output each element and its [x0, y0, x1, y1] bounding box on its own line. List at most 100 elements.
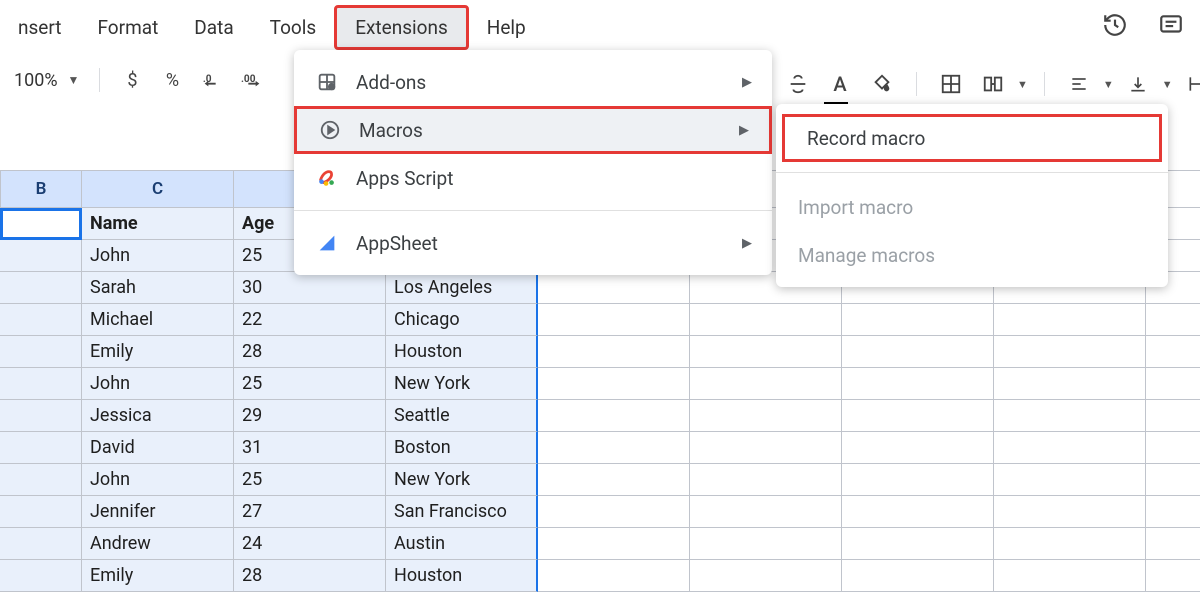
- comments-icon[interactable]: [1156, 10, 1186, 40]
- fill-color-button[interactable]: [864, 66, 900, 102]
- cell[interactable]: Emily: [82, 336, 234, 368]
- cell[interactable]: Jessica: [82, 400, 234, 432]
- cell[interactable]: David: [82, 432, 234, 464]
- cell[interactable]: [994, 464, 1146, 496]
- zoom-selector[interactable]: 100% ▼: [8, 70, 85, 91]
- vertical-align-button[interactable]: [1120, 66, 1156, 102]
- cell[interactable]: [842, 560, 994, 592]
- cell[interactable]: [690, 336, 842, 368]
- cell[interactable]: [842, 528, 994, 560]
- extensions-addons[interactable]: Add-ons ▶: [294, 58, 772, 106]
- cell[interactable]: [538, 368, 690, 400]
- cell[interactable]: 24: [234, 528, 386, 560]
- strikethrough-button[interactable]: [780, 66, 816, 102]
- decrease-decimal-button[interactable]: .0: [194, 62, 230, 98]
- cell[interactable]: New York: [386, 464, 538, 496]
- text-color-button[interactable]: A: [822, 66, 858, 102]
- cell[interactable]: [0, 528, 82, 560]
- menu-help[interactable]: Help: [469, 8, 544, 47]
- cell[interactable]: San Francisco: [386, 496, 538, 528]
- cell[interactable]: [1146, 432, 1200, 464]
- cell[interactable]: New York: [386, 368, 538, 400]
- cell[interactable]: [842, 304, 994, 336]
- cell[interactable]: 31: [234, 432, 386, 464]
- column-header-b[interactable]: B: [0, 170, 82, 208]
- cell[interactable]: Andrew: [82, 528, 234, 560]
- cell[interactable]: 22: [234, 304, 386, 336]
- cell[interactable]: Jennifer: [82, 496, 234, 528]
- cell[interactable]: [1146, 368, 1200, 400]
- manage-macros-item[interactable]: Manage macros: [776, 231, 1168, 279]
- cell[interactable]: 28: [234, 560, 386, 592]
- record-macro-item[interactable]: Record macro: [782, 114, 1162, 162]
- extensions-apps-script[interactable]: Apps Script: [294, 154, 772, 202]
- cell[interactable]: [690, 464, 842, 496]
- cell[interactable]: [690, 528, 842, 560]
- cell[interactable]: [538, 464, 690, 496]
- cell[interactable]: [994, 400, 1146, 432]
- cell[interactable]: [0, 240, 82, 272]
- cell[interactable]: [1146, 528, 1200, 560]
- cell[interactable]: Name: [82, 208, 234, 240]
- menu-extensions[interactable]: Extensions: [334, 5, 469, 50]
- cell[interactable]: Seattle: [386, 400, 538, 432]
- import-macro-item[interactable]: Import macro: [776, 183, 1168, 231]
- cell[interactable]: [842, 368, 994, 400]
- cell[interactable]: Emily: [82, 560, 234, 592]
- cell[interactable]: [0, 304, 82, 336]
- cell[interactable]: [0, 400, 82, 432]
- cell[interactable]: [0, 368, 82, 400]
- cell[interactable]: [842, 400, 994, 432]
- cell[interactable]: [0, 464, 82, 496]
- cell[interactable]: [994, 368, 1146, 400]
- column-header-c[interactable]: C: [82, 170, 234, 208]
- cell[interactable]: [538, 528, 690, 560]
- cell-active[interactable]: [0, 208, 82, 240]
- cell[interactable]: [0, 272, 82, 304]
- cell[interactable]: [0, 432, 82, 464]
- cell[interactable]: Chicago: [386, 304, 538, 336]
- cell[interactable]: [690, 304, 842, 336]
- cell[interactable]: Los Angeles: [386, 272, 538, 304]
- cell[interactable]: [994, 560, 1146, 592]
- cell[interactable]: [994, 528, 1146, 560]
- cell[interactable]: 29: [234, 400, 386, 432]
- cell[interactable]: [690, 368, 842, 400]
- merge-cells-button[interactable]: [975, 66, 1011, 102]
- menu-insert[interactable]: nsert: [0, 8, 80, 47]
- cell[interactable]: [690, 400, 842, 432]
- cell[interactable]: 30: [234, 272, 386, 304]
- cell[interactable]: 25: [234, 464, 386, 496]
- cell[interactable]: John: [82, 464, 234, 496]
- cell[interactable]: Houston: [386, 560, 538, 592]
- cell[interactable]: [538, 560, 690, 592]
- history-icon[interactable]: [1100, 10, 1130, 40]
- cell[interactable]: [0, 560, 82, 592]
- cell[interactable]: [842, 496, 994, 528]
- increase-decimal-button[interactable]: .00: [234, 62, 270, 98]
- cell[interactable]: [842, 336, 994, 368]
- menu-data[interactable]: Data: [176, 8, 251, 47]
- cell[interactable]: Boston: [386, 432, 538, 464]
- percent-button[interactable]: %: [154, 62, 190, 98]
- cell[interactable]: [690, 432, 842, 464]
- cell[interactable]: 25: [234, 368, 386, 400]
- menu-format[interactable]: Format: [80, 8, 177, 47]
- horizontal-align-button[interactable]: [1061, 66, 1097, 102]
- cell[interactable]: Sarah: [82, 272, 234, 304]
- cell[interactable]: [0, 496, 82, 528]
- cell[interactable]: [842, 432, 994, 464]
- text-wrap-button[interactable]: [1179, 66, 1200, 102]
- cell[interactable]: [1146, 304, 1200, 336]
- currency-button[interactable]: $: [114, 62, 150, 98]
- cell[interactable]: John: [82, 368, 234, 400]
- borders-button[interactable]: [933, 66, 969, 102]
- cell[interactable]: [538, 304, 690, 336]
- cell[interactable]: [994, 336, 1146, 368]
- cell[interactable]: [1146, 336, 1200, 368]
- cell[interactable]: [690, 560, 842, 592]
- cell[interactable]: [994, 432, 1146, 464]
- cell[interactable]: [1146, 400, 1200, 432]
- cell[interactable]: [994, 304, 1146, 336]
- cell[interactable]: Michael: [82, 304, 234, 336]
